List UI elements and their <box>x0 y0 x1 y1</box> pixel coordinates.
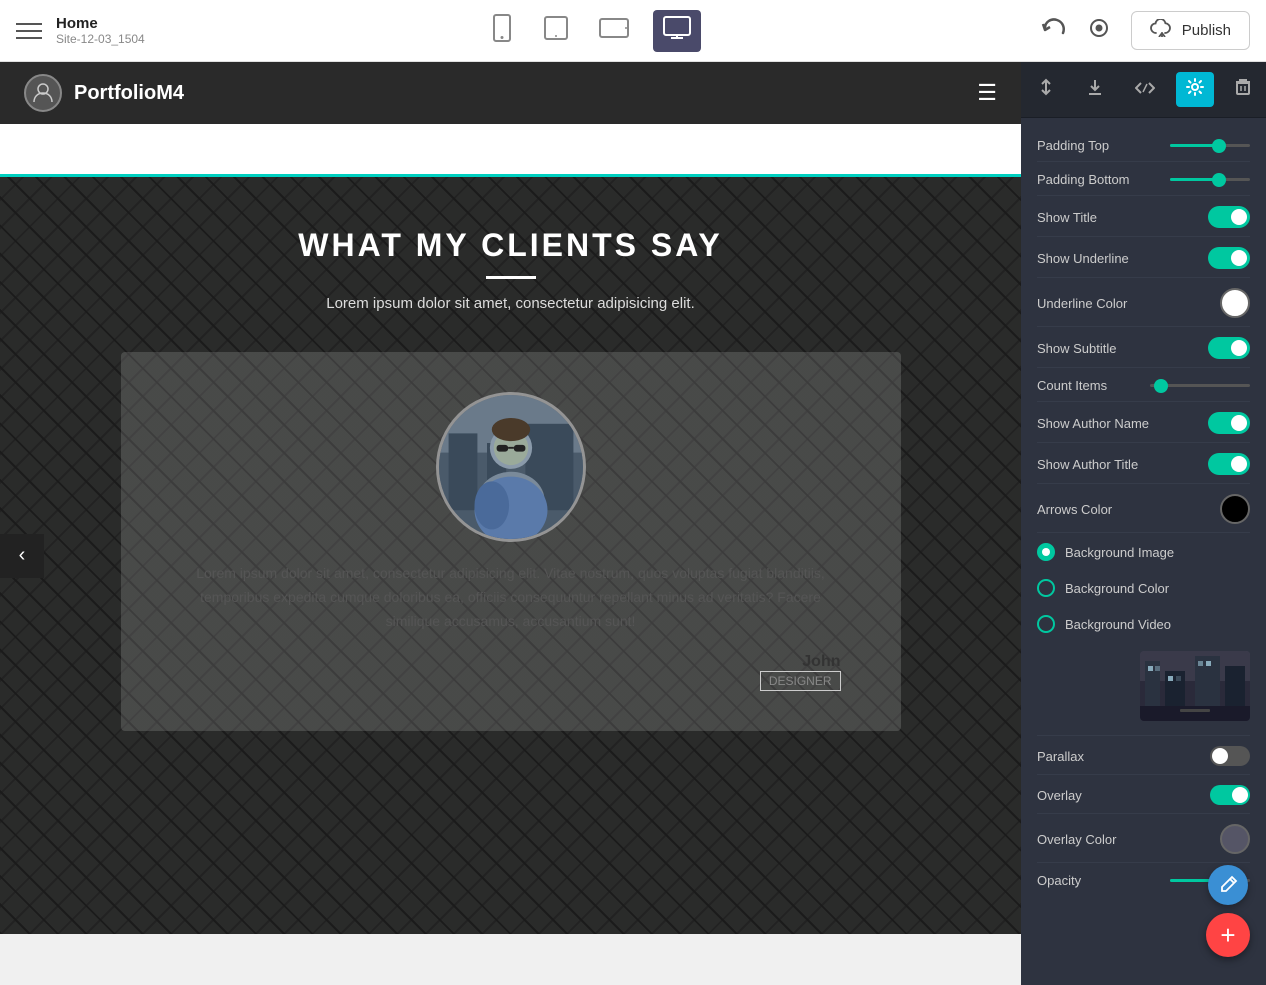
show-author-name-option: Show Author Name <box>1037 404 1250 443</box>
underline-color-option: Underline Color <box>1037 280 1250 327</box>
add-icon: + <box>1220 922 1235 948</box>
bg-color-label: Background Color <box>1065 581 1169 596</box>
section-title: WHAT MY CLIENTS SAY <box>298 227 722 264</box>
show-subtitle-toggle[interactable] <box>1208 337 1250 359</box>
undo-button[interactable] <box>1041 16 1067 46</box>
show-title-option: Show Title <box>1037 198 1250 237</box>
show-author-name-label: Show Author Name <box>1037 416 1208 431</box>
show-author-title-option: Show Author Title <box>1037 445 1250 484</box>
testimonial-text: Lorem ipsum dolor sit amet, consectetur … <box>181 562 841 633</box>
bg-image-option[interactable]: Background Image <box>1037 535 1250 569</box>
show-author-title-label: Show Author Title <box>1037 457 1208 472</box>
parallax-option: Parallax <box>1037 738 1250 775</box>
device-tablet[interactable] <box>537 9 575 53</box>
site-nav-brand: PortfolioM4 <box>24 74 184 112</box>
delete-tool-button[interactable] <box>1225 72 1261 107</box>
edit-fab-button[interactable] <box>1208 865 1248 905</box>
padding-top-slider[interactable] <box>1144 144 1251 147</box>
bg-color-radio[interactable] <box>1037 579 1055 597</box>
show-underline-option: Show Underline <box>1037 239 1250 278</box>
site-nav: PortfolioM4 ☰ <box>0 62 1021 124</box>
parallax-toggle[interactable] <box>1210 746 1250 766</box>
nav-hamburger-icon[interactable]: ☰ <box>977 80 997 106</box>
arrows-color-option: Arrows Color <box>1037 486 1250 533</box>
count-items-slider[interactable] <box>1150 384 1250 387</box>
overlay-color-label: Overlay Color <box>1037 832 1220 847</box>
top-bar-right: Publish <box>1041 11 1250 50</box>
publish-label: Publish <box>1182 22 1231 39</box>
show-author-title-toggle[interactable] <box>1208 453 1250 475</box>
hamburger-menu[interactable] <box>16 23 42 39</box>
bg-image-radio[interactable] <box>1037 543 1055 561</box>
count-items-label: Count Items <box>1037 378 1150 393</box>
show-title-toggle[interactable] <box>1208 206 1250 228</box>
padding-bottom-label: Padding Bottom <box>1037 172 1144 187</box>
top-bar-left: Home Site-12-03_1504 <box>16 15 145 46</box>
bg-image-thumbnail[interactable] <box>1140 651 1250 721</box>
site-info: Home Site-12-03_1504 <box>56 15 145 46</box>
padding-top-label: Padding Top <box>1037 138 1144 153</box>
panel-divider <box>1037 735 1250 736</box>
website-area: PortfolioM4 ☰ ‹ WHAT MY CLIENTS SAY Lore… <box>0 62 1266 985</box>
hero-content: WHAT MY CLIENTS SAY Lorem ipsum dolor si… <box>20 227 1001 751</box>
download-tool-button[interactable] <box>1076 72 1114 107</box>
show-title-label: Show Title <box>1037 210 1208 225</box>
top-bar: Home Site-12-03_1504 <box>0 0 1266 62</box>
show-underline-label: Show Underline <box>1037 251 1208 266</box>
add-fab-button[interactable]: + <box>1206 913 1250 957</box>
bg-color-option[interactable]: Background Color <box>1037 571 1250 605</box>
panel-options: Padding Top Padding Bottom <box>1021 118 1266 908</box>
brand-avatar <box>24 74 62 112</box>
arrows-color-swatch[interactable] <box>1220 494 1250 524</box>
bg-video-option[interactable]: Background Video <box>1037 607 1250 641</box>
section-subtitle: Lorem ipsum dolor sit amet, consectetur … <box>326 295 695 312</box>
site-title: Home <box>56 15 145 32</box>
move-tool-button[interactable] <box>1027 72 1065 107</box>
brand-name: PortfolioM4 <box>74 82 184 105</box>
underline-color-label: Underline Color <box>1037 296 1220 311</box>
white-spacer <box>0 124 1021 174</box>
cloud-upload-icon <box>1150 19 1174 42</box>
settings-tool-button[interactable] <box>1176 72 1214 107</box>
opacity-label: Opacity <box>1037 873 1144 888</box>
padding-bottom-slider[interactable] <box>1144 178 1251 181</box>
section-underline <box>486 276 536 279</box>
show-author-name-toggle[interactable] <box>1208 412 1250 434</box>
preview-button[interactable] <box>1085 17 1113 45</box>
author-name: John <box>181 653 841 671</box>
site-subtitle: Site-12-03_1504 <box>56 32 145 46</box>
hero-section: ‹ WHAT MY CLIENTS SAY Lorem ipsum dolor … <box>0 174 1021 934</box>
page-content: PortfolioM4 ☰ ‹ WHAT MY CLIENTS SAY Lore… <box>0 62 1021 985</box>
bg-image-label: Background Image <box>1065 545 1174 560</box>
right-panel: Padding Top Padding Bottom <box>1021 62 1266 985</box>
device-switcher <box>485 8 701 54</box>
bg-video-label: Background Video <box>1065 617 1171 632</box>
arrows-color-label: Arrows Color <box>1037 502 1220 517</box>
padding-bottom-option: Padding Bottom <box>1037 164 1250 196</box>
underline-color-swatch[interactable] <box>1220 288 1250 318</box>
show-subtitle-option: Show Subtitle <box>1037 329 1250 368</box>
overlay-label: Overlay <box>1037 788 1210 803</box>
testimonial-card: Lorem ipsum dolor sit amet, consectetur … <box>121 352 901 731</box>
show-underline-toggle[interactable] <box>1208 247 1250 269</box>
code-tool-button[interactable] <box>1125 73 1165 106</box>
overlay-color-swatch[interactable] <box>1220 824 1250 854</box>
count-items-option: Count Items <box>1037 370 1250 402</box>
publish-button[interactable]: Publish <box>1131 11 1250 50</box>
bg-thumbnail-container <box>1037 647 1250 725</box>
parallax-label: Parallax <box>1037 749 1210 764</box>
device-mobile[interactable] <box>485 8 519 54</box>
overlay-toggle[interactable] <box>1210 785 1250 805</box>
device-tablet-landscape[interactable] <box>593 11 635 51</box>
device-desktop[interactable] <box>653 10 701 52</box>
author-title-badge: DESIGNER <box>760 671 841 691</box>
bg-video-radio[interactable] <box>1037 615 1055 633</box>
panel-toolbar <box>1021 62 1266 118</box>
padding-top-option: Padding Top <box>1037 130 1250 162</box>
overlay-color-option: Overlay Color <box>1037 816 1250 863</box>
show-subtitle-label: Show Subtitle <box>1037 341 1208 356</box>
author-avatar <box>436 392 586 542</box>
overlay-option: Overlay <box>1037 777 1250 814</box>
prev-arrow-button[interactable]: ‹ <box>0 534 44 578</box>
